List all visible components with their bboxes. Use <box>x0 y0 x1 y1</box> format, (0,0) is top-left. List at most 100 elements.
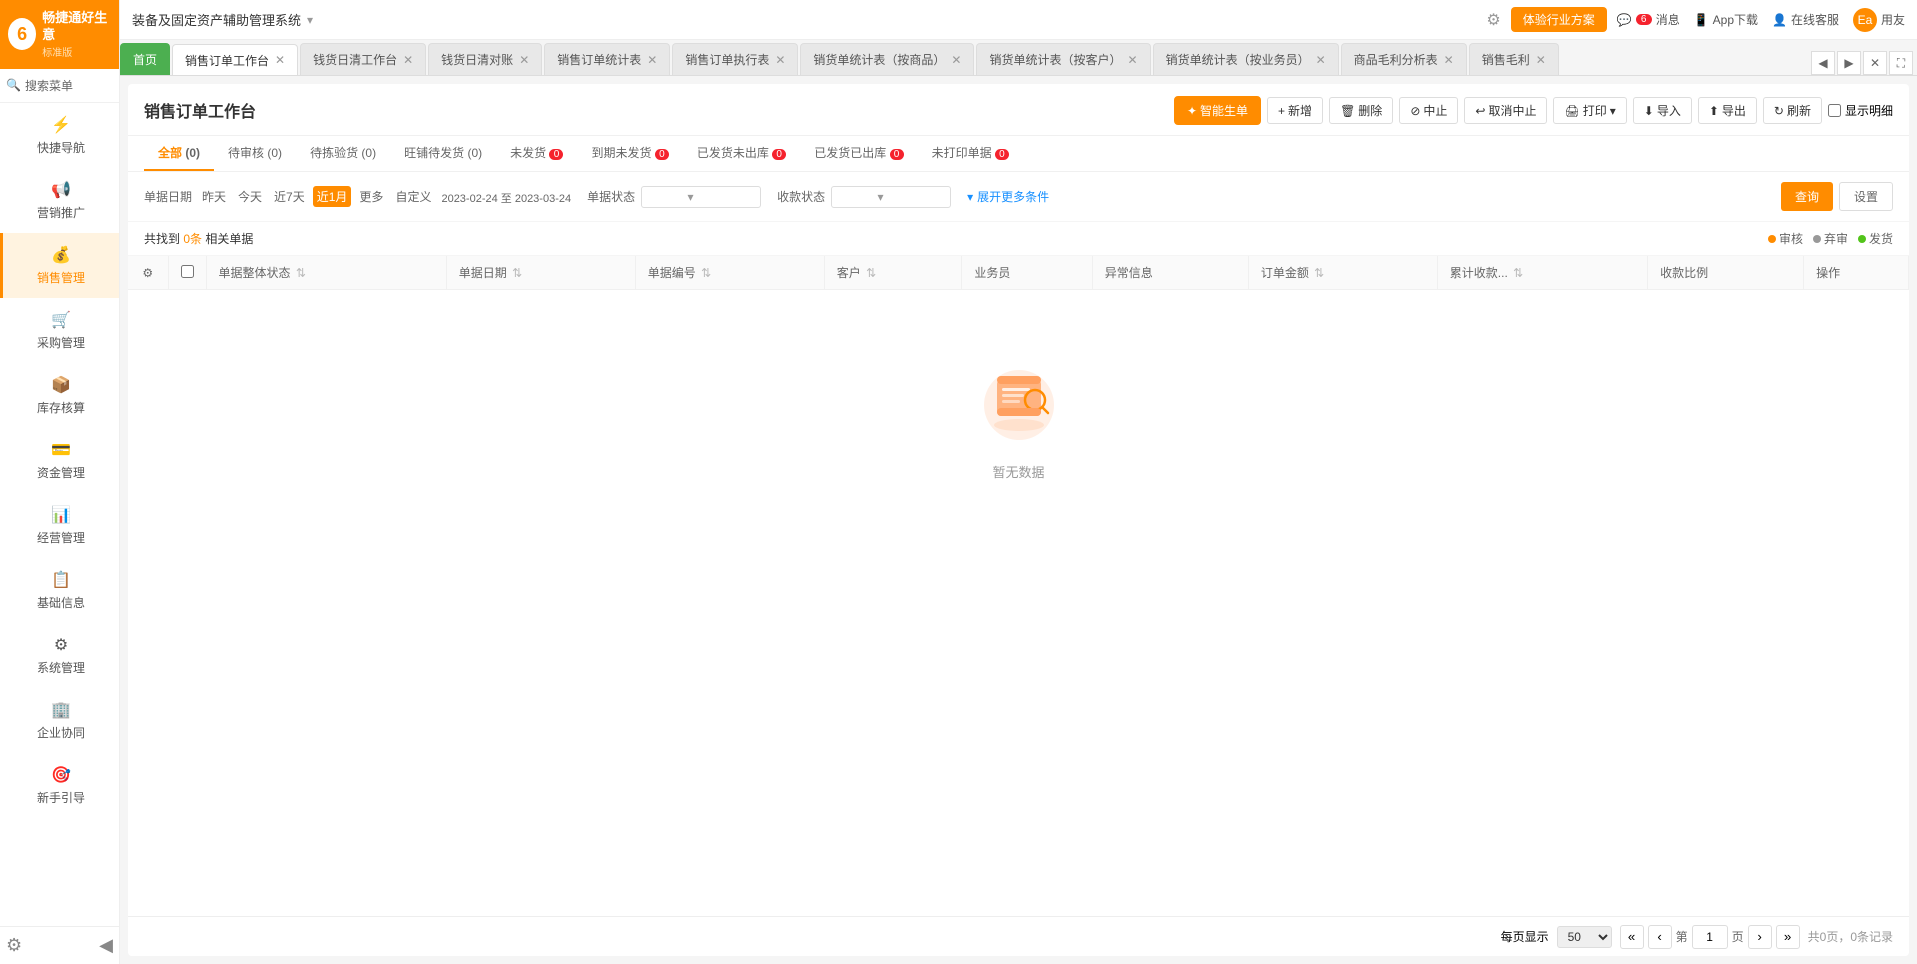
prev-page-button[interactable]: ‹ <box>1648 925 1672 949</box>
sidebar-item-operations[interactable]: 📊 经营管理 <box>0 493 119 558</box>
col-abnormal[interactable]: 异常信息 <box>1092 256 1248 290</box>
tab-cash-reconcile[interactable]: 钱货日清对账 ✕ <box>428 43 542 75</box>
sidebar-item-sales[interactable]: 💰 销售管理 <box>0 233 119 298</box>
sidebar-item-base-info[interactable]: 📋 基础信息 <box>0 558 119 623</box>
col-collected[interactable]: 累计收款... ⇅ <box>1437 256 1647 290</box>
date-opt-yesterday[interactable]: 昨天 <box>198 186 230 207</box>
export-button[interactable]: ⬆ 导出 <box>1698 97 1757 124</box>
cancel-stop-button[interactable]: ↩ 取消中止 <box>1464 97 1547 124</box>
user-action[interactable]: Ea 用友 <box>1853 8 1905 32</box>
col-date[interactable]: 单据日期 ⇅ <box>446 256 635 290</box>
sidebar-item-purchase[interactable]: 🛒 采购管理 <box>0 298 119 363</box>
date-opt-today[interactable]: 今天 <box>234 186 266 207</box>
tab-product-profit[interactable]: 商品毛利分析表 ✕ <box>1341 43 1467 75</box>
payment-select[interactable]: ▾ <box>831 186 951 208</box>
last-page-button[interactable]: » <box>1776 925 1800 949</box>
col-checkbox[interactable] <box>168 256 206 290</box>
stop-button[interactable]: ⊘ 中止 <box>1399 97 1458 124</box>
col-settings[interactable]: ⚙ <box>128 256 168 290</box>
expand-filter-button[interactable]: ▾ 展开更多条件 <box>967 188 1049 205</box>
col-staff[interactable]: 业务员 <box>962 256 1092 290</box>
import-button[interactable]: ⬇ 导入 <box>1633 97 1692 124</box>
page-size-select[interactable]: 50 10 20 100 <box>1557 926 1612 948</box>
date-opt-7days[interactable]: 近7天 <box>270 186 309 207</box>
tab-sales-stat[interactable]: 销售订单统计表 ✕ <box>544 43 670 75</box>
tab-close-sales-by-staff[interactable]: ✕ <box>1316 53 1326 67</box>
data-table[interactable]: ⚙ 单据整体状态 ⇅ 单据日期 ⇅ 单据编号 <box>128 256 1909 904</box>
sub-tab-shipped-out[interactable]: 已发货已出库 0 <box>800 136 917 171</box>
sidebar-settings-icon[interactable]: ⚙ <box>6 935 22 956</box>
app-download-action[interactable]: 📱 App下载 <box>1694 11 1758 28</box>
tab-close-sales-stat[interactable]: ✕ <box>647 53 657 67</box>
tab-sales-by-staff[interactable]: 销货单统计表（按业务员） ✕ <box>1153 43 1339 75</box>
sub-tab-pending-inspect[interactable]: 待拣验货 (0) <box>296 136 390 171</box>
sidebar-collapse-icon[interactable]: ◀ <box>99 935 113 956</box>
sub-tab-pending-review[interactable]: 待审核 (0) <box>214 136 296 171</box>
col-amount[interactable]: 订单金额 ⇅ <box>1248 256 1437 290</box>
tab-close-all[interactable]: ✕ <box>1863 51 1887 75</box>
status-select[interactable]: ▾ <box>641 186 761 208</box>
tab-sales-by-customer[interactable]: 销货单统计表（按客户） ✕ <box>976 43 1150 75</box>
page-number-input[interactable] <box>1692 925 1728 949</box>
sidebar-item-finance[interactable]: 💳 资金管理 <box>0 428 119 493</box>
tab-close-product-profit[interactable]: ✕ <box>1444 53 1454 67</box>
query-button[interactable]: 查询 <box>1781 182 1833 211</box>
sub-tab-expired[interactable]: 到期未发货 0 <box>577 136 682 171</box>
anti-review-action[interactable]: 弃审 <box>1813 230 1848 247</box>
col-number[interactable]: 单据编号 ⇅ <box>635 256 824 290</box>
tab-home[interactable]: 首页 <box>120 43 170 75</box>
select-all-checkbox[interactable] <box>181 265 194 278</box>
delete-button[interactable]: 🗑 删除 <box>1329 97 1393 124</box>
tab-close-sales-more[interactable]: ✕ <box>1536 53 1546 67</box>
trial-button[interactable]: 体验行业方案 <box>1511 7 1607 32</box>
sub-tab-all[interactable]: 全部 (0) <box>144 136 214 171</box>
sub-tab-wangpu-ship[interactable]: 旺铺待发货 (0) <box>390 136 496 171</box>
date-opt-more[interactable]: 更多 <box>355 186 387 207</box>
tab-sales-exec[interactable]: 销售订单执行表 ✕ <box>672 43 798 75</box>
tab-close-cash-reconcile[interactable]: ✕ <box>519 53 529 67</box>
tab-close-sales-by-product[interactable]: ✕ <box>951 53 961 67</box>
tab-nav-next[interactable]: ▶ <box>1837 51 1861 75</box>
date-opt-custom[interactable]: 自定义 <box>391 186 435 207</box>
ai-generate-button[interactable]: ✦ 智能生单 <box>1174 96 1261 125</box>
tab-cash-daily[interactable]: 钱货日清工作台 ✕ <box>300 43 426 75</box>
show-detail-toggle[interactable]: 显示明细 <box>1828 102 1893 119</box>
col-customer[interactable]: 客户 ⇅ <box>824 256 962 290</box>
refresh-button[interactable]: ↻ 刷新 <box>1763 97 1822 124</box>
sidebar-item-enterprise[interactable]: 🏢 企业协同 <box>0 688 119 753</box>
next-page-button[interactable]: › <box>1748 925 1772 949</box>
sub-tab-not-printed[interactable]: 未打印单据 0 <box>918 136 1023 171</box>
tab-close-sales-exec[interactable]: ✕ <box>775 53 785 67</box>
sidebar-item-inventory[interactable]: 📦 库存核算 <box>0 363 119 428</box>
print-button[interactable]: 🖨 打印 ▾ <box>1553 97 1626 124</box>
online-service-action[interactable]: 👤 在线客服 <box>1772 11 1839 28</box>
sub-tab-not-shipped[interactable]: 未发货 0 <box>496 136 577 171</box>
review-action[interactable]: 审核 <box>1768 230 1803 247</box>
tab-sales-more[interactable]: 销售毛利 ✕ <box>1469 43 1559 75</box>
tab-close-sales-by-customer[interactable]: ✕ <box>1128 53 1138 67</box>
first-page-button[interactable]: « <box>1620 925 1644 949</box>
tab-nav-prev[interactable]: ◀ <box>1811 51 1835 75</box>
sidebar-item-quick-nav[interactable]: ⚡ 快捷导航 <box>0 103 119 168</box>
sidebar-search[interactable]: 🔍 搜索菜单 <box>0 69 119 103</box>
tab-close-cash-daily[interactable]: ✕ <box>403 53 413 67</box>
tab-sales-order-workbench[interactable]: 销售订单工作台 ✕ <box>172 44 298 76</box>
horizontal-scrollbar[interactable] <box>128 904 1909 916</box>
tab-maximize[interactable]: ⛶ <box>1889 51 1913 75</box>
sub-tab-shipped-not-out[interactable]: 已发货未出库 0 <box>683 136 800 171</box>
tab-close-sales-order[interactable]: ✕ <box>275 53 285 67</box>
col-ratio[interactable]: 收款比例 <box>1648 256 1804 290</box>
add-button[interactable]: + 新增 <box>1267 97 1323 124</box>
show-detail-checkbox[interactable] <box>1828 104 1841 117</box>
sidebar-item-marketing[interactable]: 📢 营销推广 <box>0 168 119 233</box>
col-status[interactable]: 单据整体状态 ⇅ <box>206 256 446 290</box>
tab-sales-by-product[interactable]: 销货单统计表（按商品） ✕ <box>800 43 974 75</box>
date-opt-1month[interactable]: 近1月 <box>313 186 352 207</box>
message-action[interactable]: 💬 6 消息 <box>1617 11 1680 28</box>
sidebar-item-system[interactable]: ⚙ 系统管理 <box>0 623 119 688</box>
topbar-settings-icon[interactable]: ⚙ <box>1486 10 1500 30</box>
sidebar-item-guide[interactable]: 🎯 新手引导 <box>0 753 119 818</box>
ship-action[interactable]: 发货 <box>1858 230 1893 247</box>
settings-button[interactable]: 设置 <box>1839 182 1893 211</box>
dropdown-arrow-icon[interactable]: ▾ <box>307 13 313 27</box>
